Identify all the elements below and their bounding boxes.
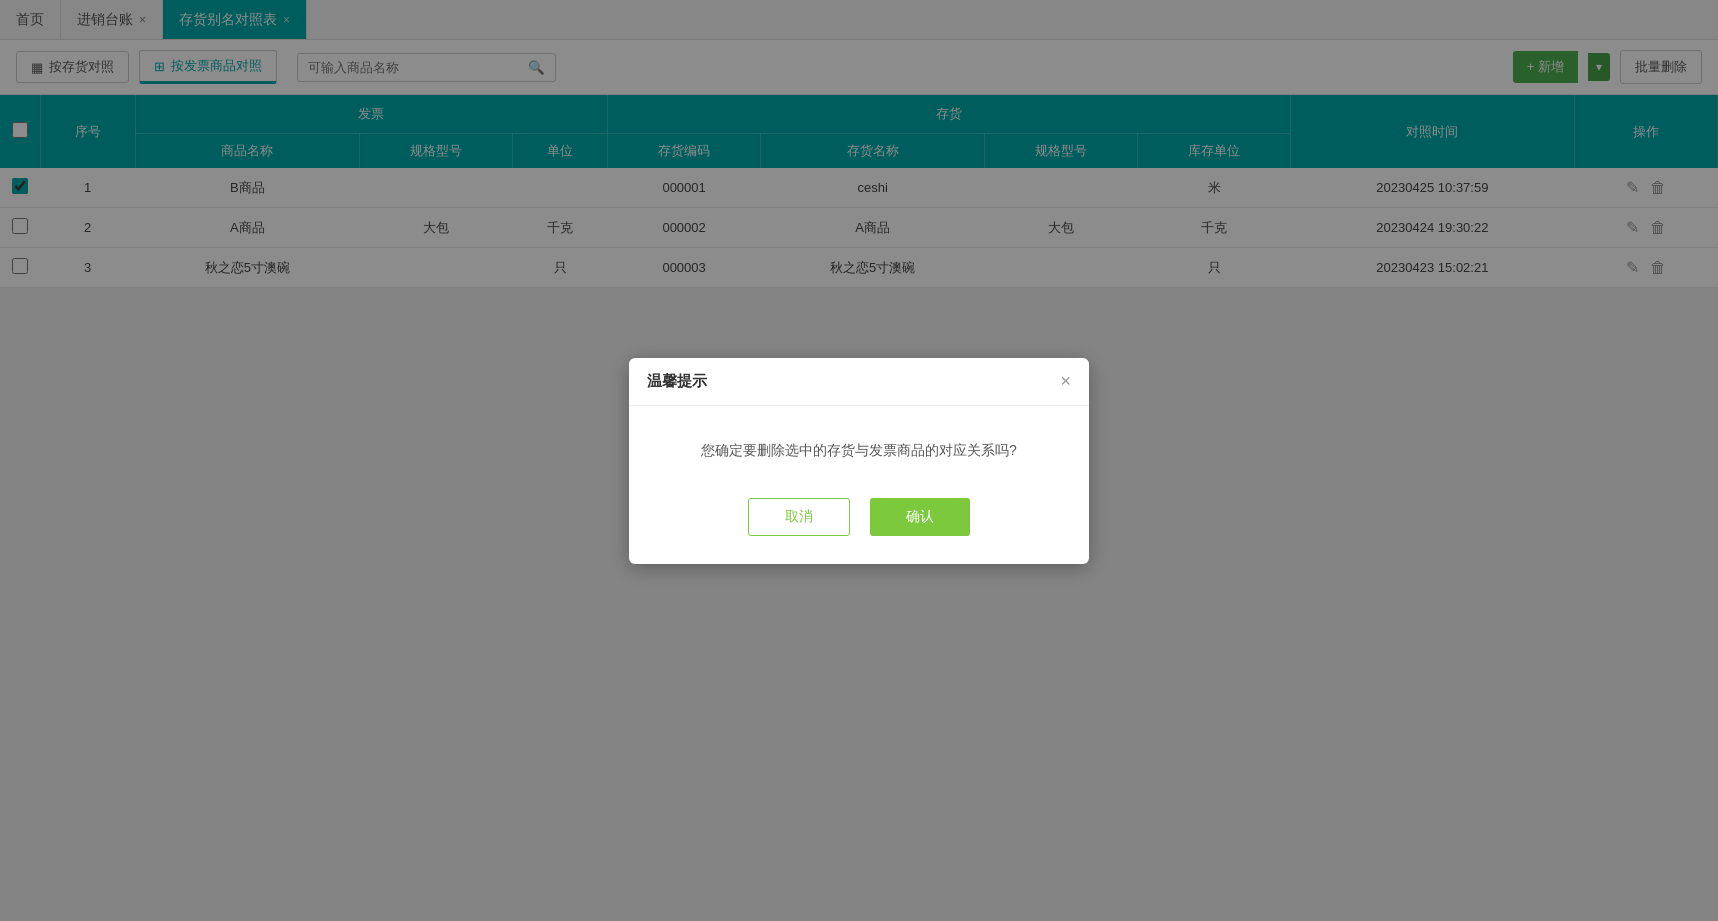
dialog-overlay: 温馨提示 × 您确定要删除选中的存货与发票商品的对应关系吗? 取消 确认 [0,0,1718,288]
